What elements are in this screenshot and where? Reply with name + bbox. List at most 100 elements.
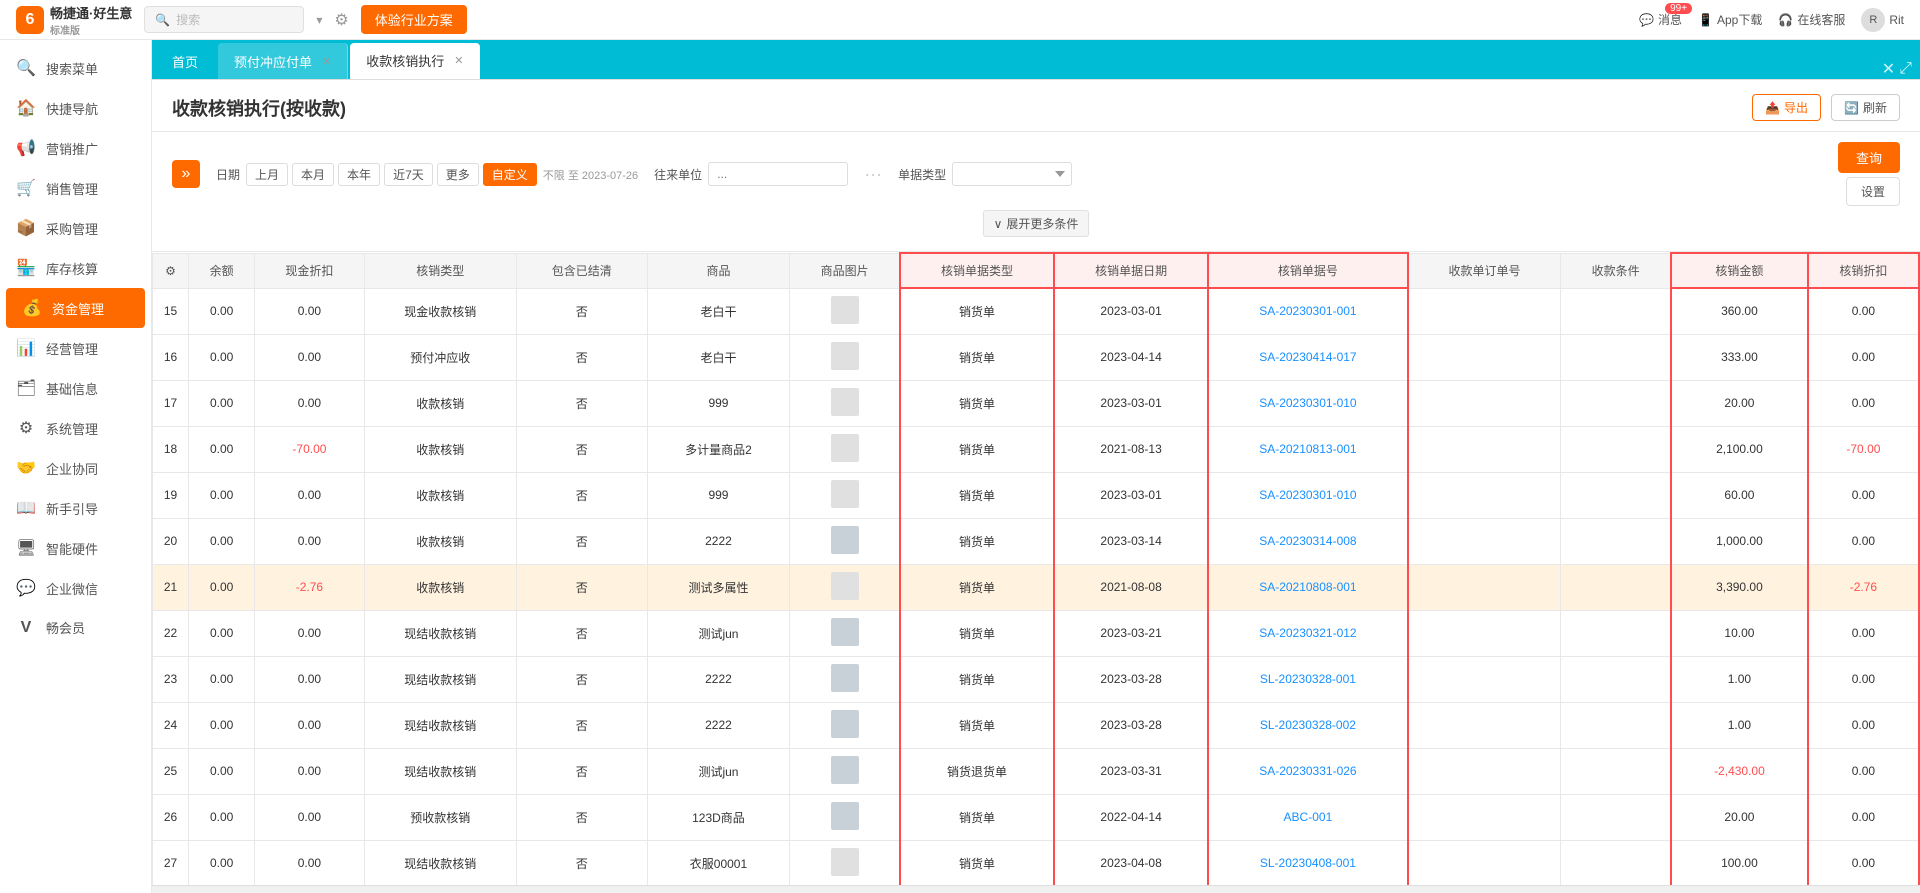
- sidebar-item-finance[interactable]: 💰 资金管理: [6, 288, 145, 328]
- sidebar-item-sales[interactable]: 🛒 销售管理: [0, 168, 151, 208]
- sidebar-item-operations[interactable]: 📊 经营管理: [0, 328, 151, 368]
- cell-collection-order-no: [1408, 380, 1561, 426]
- message-icon: 💬: [1639, 13, 1654, 27]
- message-btn[interactable]: 💬 消息 99+: [1639, 11, 1682, 28]
- logo-name: 畅捷通·好生意 标准版: [50, 3, 132, 37]
- sidebar-label-basic-info: 基础信息: [46, 379, 98, 398]
- doctype-select[interactable]: [952, 162, 1072, 186]
- column-settings-icon[interactable]: ⚙: [165, 264, 176, 278]
- app-download-btn[interactable]: 📱 App下载: [1698, 11, 1762, 28]
- tab-collection[interactable]: 收款核销执行 ✕: [350, 43, 480, 79]
- sidebar-item-hardware[interactable]: 🖥 智能硬件: [0, 528, 151, 568]
- cell-cancel-doc-no[interactable]: SL-20230328-001: [1208, 656, 1408, 702]
- tab-home[interactable]: 首页: [152, 44, 218, 79]
- cell-cancel-doc-no[interactable]: ABC-001: [1208, 794, 1408, 840]
- cell-cancel-doc-no[interactable]: SA-20230301-001: [1208, 288, 1408, 334]
- gear-icon[interactable]: ⚙: [334, 10, 348, 30]
- search-box[interactable]: 🔍 搜索: [144, 6, 304, 33]
- cell-cancel-doc-no-link[interactable]: SA-20230301-010: [1259, 488, 1356, 502]
- cell-cancel-doc-no-link[interactable]: SA-20230331-026: [1259, 764, 1356, 778]
- page-header: 收款核销执行(按收款) 📤 导出 🔄 刷新: [152, 80, 1920, 132]
- table-row: 250.000.00现结收款核销否测试jun销货退货单2023-03-31SA-…: [153, 748, 1920, 794]
- close-window-icon[interactable]: ✕: [1882, 59, 1895, 79]
- cell-cancel-doc-no[interactable]: SA-20230331-026: [1208, 748, 1408, 794]
- date-btn-custom[interactable]: 自定义: [483, 163, 537, 186]
- source-input[interactable]: [708, 162, 848, 186]
- goods-image-thumbnail: [831, 480, 859, 508]
- sidebar-item-purchase[interactable]: 📦 采购管理: [0, 208, 151, 248]
- sidebar-label-inventory: 库存核算: [46, 259, 98, 278]
- cell-goods: 999: [647, 380, 790, 426]
- refresh-button[interactable]: 🔄 刷新: [1831, 94, 1900, 121]
- cell-cancel-doc-no-link[interactable]: SA-20230321-012: [1259, 626, 1356, 640]
- cell-cancel-doc-no[interactable]: SA-20230414-017: [1208, 334, 1408, 380]
- top-bar: 6 畅捷通·好生意 标准版 🔍 搜索 ▾ ⚙ 体验行业方案 💬 消息 99+ 📱…: [0, 0, 1920, 40]
- cell-cancel-doc-no-link[interactable]: SL-20230328-001: [1260, 672, 1356, 686]
- sidebar-item-guide[interactable]: 📖 新手引导: [0, 488, 151, 528]
- cell-cancel-type: 收款核销: [364, 518, 516, 564]
- sidebar-item-quick-nav[interactable]: 🏠 快捷导航: [0, 88, 151, 128]
- cell-cancel-doc-no[interactable]: SA-20230321-012: [1208, 610, 1408, 656]
- cell-cancel-doc-no-link[interactable]: ABC-001: [1284, 810, 1333, 824]
- doctype-label: 单据类型: [898, 166, 946, 183]
- cell-collection-condition: [1561, 380, 1671, 426]
- sidebar-item-corp[interactable]: 🤝 企业协同: [0, 448, 151, 488]
- cell-collection-condition: [1561, 702, 1671, 748]
- cell-cancel-doc-no-link[interactable]: SA-20230301-001: [1259, 304, 1356, 318]
- cell-cancel-doc-no-link[interactable]: SA-20210813-001: [1259, 442, 1356, 456]
- cell-cancel-doc-no[interactable]: SA-20230314-008: [1208, 518, 1408, 564]
- date-btn-7days[interactable]: 近7天: [384, 163, 433, 186]
- cell-cancel-doc-no[interactable]: SA-20230301-010: [1208, 380, 1408, 426]
- cell-collection-condition: [1561, 794, 1671, 840]
- cell-cancel-type: 现金收款核销: [364, 288, 516, 334]
- cell-cancel-discount: 0.00: [1808, 288, 1919, 334]
- cell-cancel-doc-no-link[interactable]: SA-20230301-010: [1259, 396, 1356, 410]
- cell-collection-order-no: [1408, 840, 1561, 885]
- date-btn-more[interactable]: 更多: [437, 163, 479, 186]
- date-btn-last-month[interactable]: 上月: [246, 163, 288, 186]
- maximize-icon[interactable]: ⤢: [1899, 60, 1912, 78]
- cell-include-settled: 否: [516, 518, 647, 564]
- collapse-filter-btn[interactable]: »: [172, 160, 200, 188]
- cell-cancel-doc-no[interactable]: SA-20210808-001: [1208, 564, 1408, 610]
- date-btn-this-year[interactable]: 本年: [338, 163, 380, 186]
- tab-prepay[interactable]: 预付冲应付单 ✕: [218, 43, 348, 79]
- tab-prepay-close-icon[interactable]: ✕: [322, 55, 331, 68]
- sidebar-item-inventory[interactable]: 🏪 库存核算: [0, 248, 151, 288]
- cell-cancel-doc-no[interactable]: SL-20230328-002: [1208, 702, 1408, 748]
- cell-include-settled: 否: [516, 656, 647, 702]
- export-button[interactable]: 📤 导出: [1752, 94, 1821, 121]
- search-chevron-icon[interactable]: ▾: [316, 13, 322, 27]
- table-header-row: ⚙ 余额 现金折扣 核销类型 包含已结清 商品 商品图片 核销单据类型 核销单据…: [153, 253, 1920, 288]
- online-service-btn[interactable]: 🎧 在线客服: [1778, 11, 1845, 28]
- cell-collection-condition: [1561, 748, 1671, 794]
- expand-more-btn[interactable]: ∨ 展开更多条件: [983, 210, 1090, 237]
- sidebar-item-wechat[interactable]: 💬 企业微信: [0, 568, 151, 608]
- setting-button[interactable]: 设置: [1846, 177, 1900, 206]
- th-settings[interactable]: ⚙: [153, 253, 189, 288]
- industry-btn[interactable]: 体验行业方案: [361, 5, 467, 34]
- cell-cancel-doc-no[interactable]: SA-20210813-001: [1208, 426, 1408, 472]
- cell-cancel-doc-no-link[interactable]: SA-20230414-017: [1259, 350, 1356, 364]
- cell-goods-img: [790, 518, 900, 564]
- table-wrap[interactable]: ⚙ 余额 现金折扣 核销类型 包含已结清 商品 商品图片 核销单据类型 核销单据…: [152, 252, 1920, 885]
- cell-row-num: 20: [153, 518, 189, 564]
- cell-cancel-doc-no[interactable]: SL-20230408-001: [1208, 840, 1408, 885]
- sidebar-item-basic-info[interactable]: 🗂 基础信息: [0, 368, 151, 408]
- cell-cancel-doc-no-link[interactable]: SL-20230408-001: [1260, 856, 1356, 870]
- sidebar-item-system[interactable]: ⚙ 系统管理: [0, 408, 151, 448]
- sidebar-item-vip[interactable]: V 畅会员: [0, 608, 151, 647]
- query-button[interactable]: 查询: [1838, 142, 1900, 173]
- cell-balance: 0.00: [189, 472, 255, 518]
- tab-collection-close-icon[interactable]: ✕: [454, 54, 463, 67]
- sidebar-item-marketing[interactable]: 📢 营销推广: [0, 128, 151, 168]
- cell-cancel-doc-no[interactable]: SA-20230301-010: [1208, 472, 1408, 518]
- sidebar-item-search-menu[interactable]: 🔍 搜索菜单: [0, 48, 151, 88]
- cell-collection-condition: [1561, 334, 1671, 380]
- cell-cancel-doc-no-link[interactable]: SL-20230328-002: [1260, 718, 1356, 732]
- date-btn-this-month[interactable]: 本月: [292, 163, 334, 186]
- guide-icon: 📖: [16, 498, 36, 518]
- cell-cancel-doc-no-link[interactable]: SA-20230314-008: [1259, 534, 1356, 548]
- user-profile[interactable]: R Rit: [1861, 8, 1904, 32]
- cell-cancel-doc-no-link[interactable]: SA-20210808-001: [1259, 580, 1356, 594]
